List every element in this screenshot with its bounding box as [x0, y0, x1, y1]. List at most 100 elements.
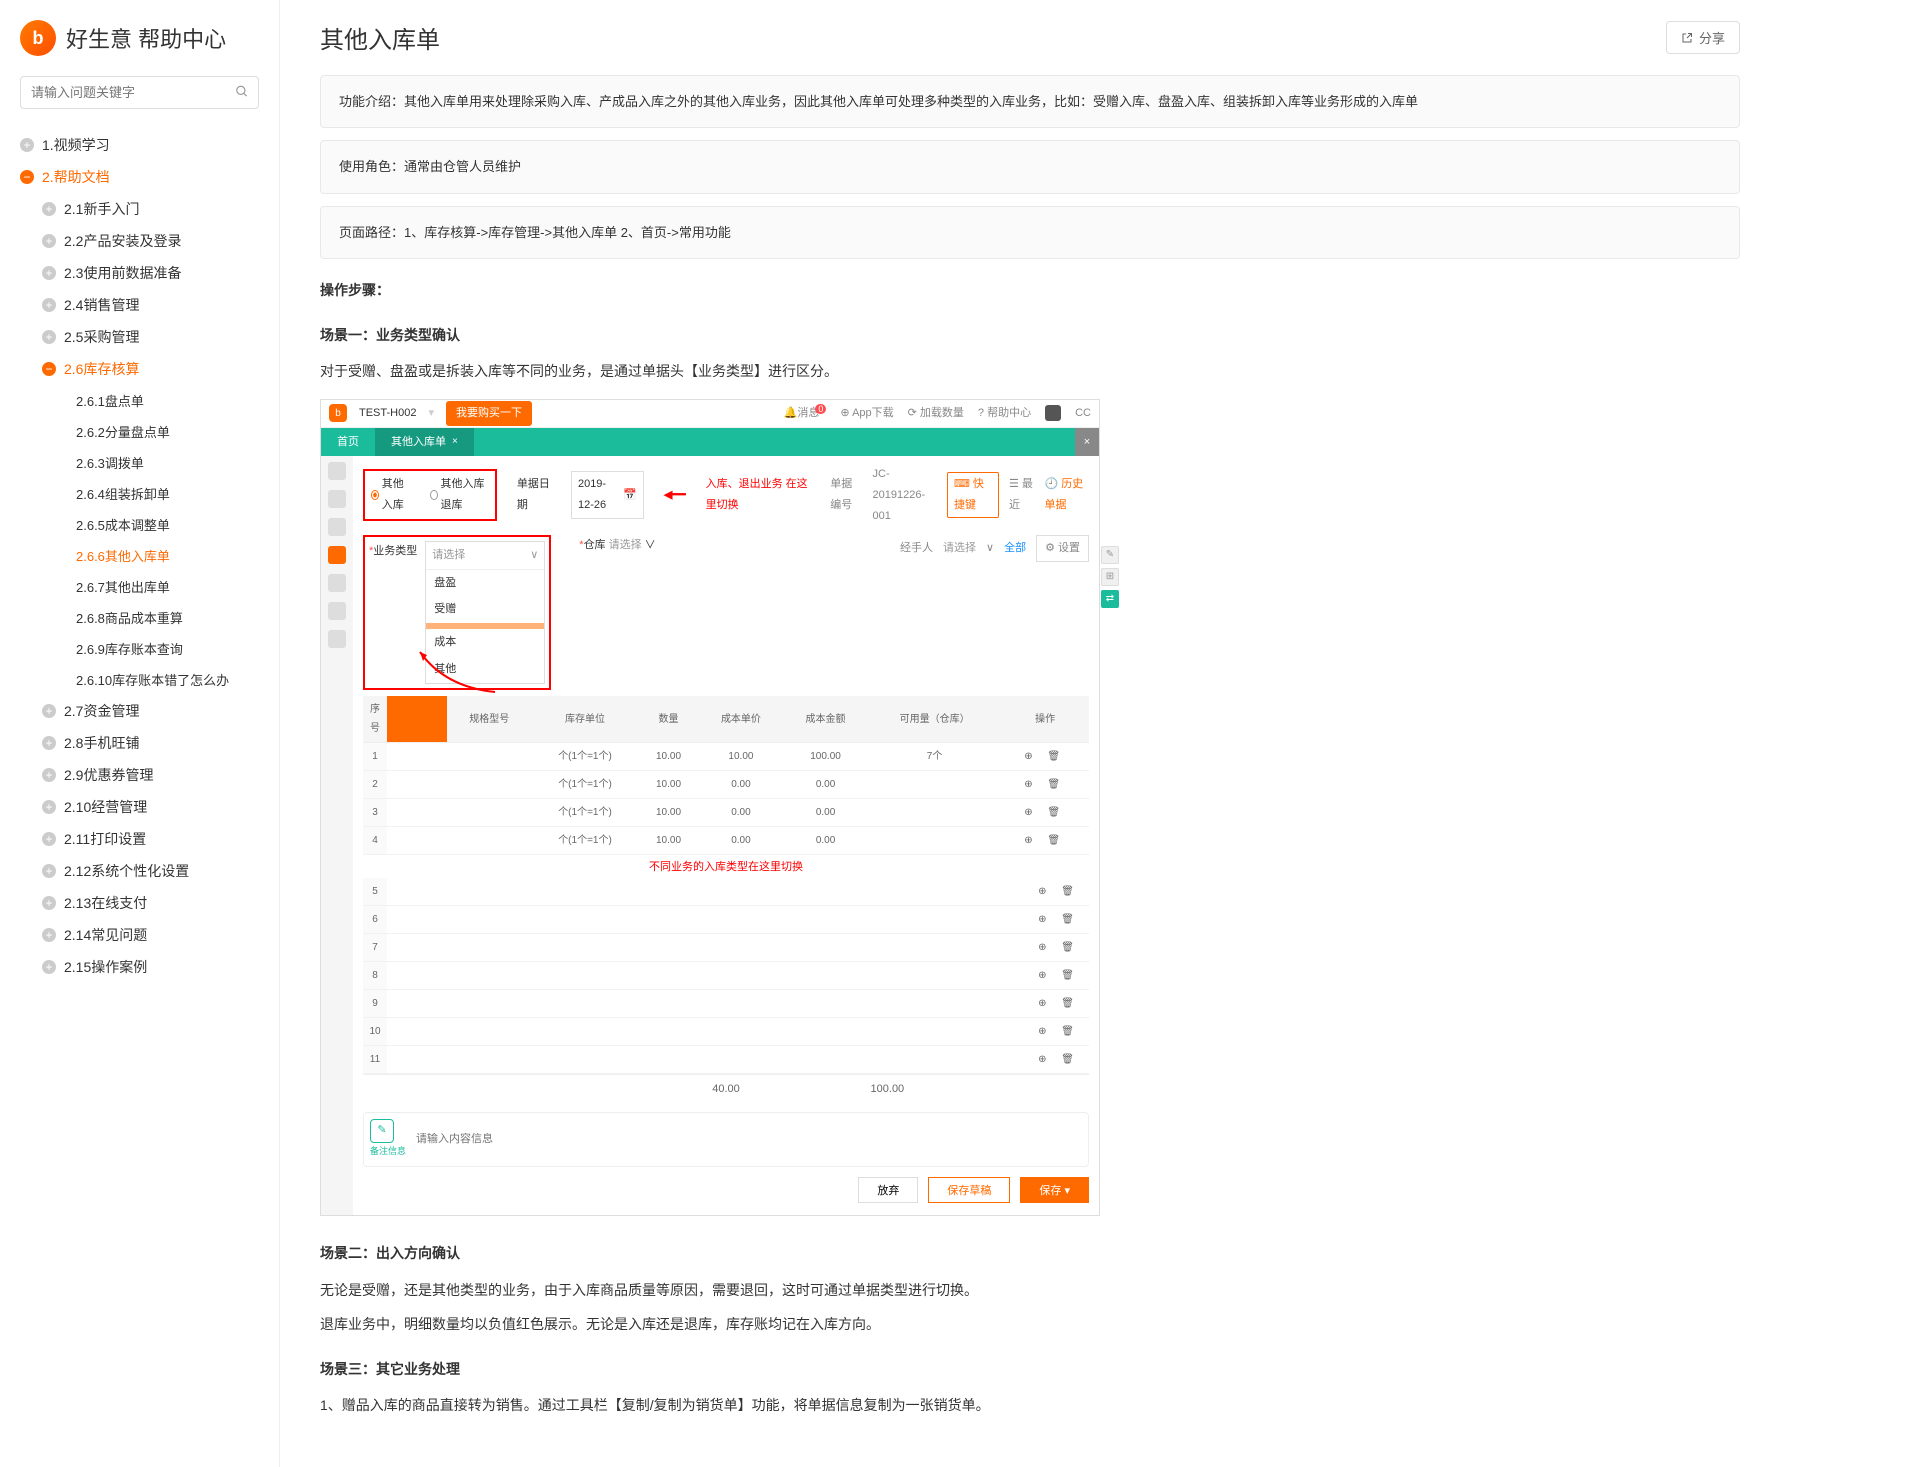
- plus-icon: [42, 960, 56, 974]
- share-icon: [1681, 32, 1693, 44]
- intro-box: 功能介绍：其他入库单用来处理除采购入库、产成品入库之外的其他入库业务，因此其他入…: [320, 75, 1740, 128]
- nav-item[interactable]: 2.8手机旺铺: [20, 727, 259, 759]
- annotation-text-2: 不同业务的入库类型在这里切换: [363, 857, 1089, 878]
- annotation-box-1: 其他入库 其他入库退库: [363, 469, 497, 521]
- nav-item[interactable]: 2.2产品安装及登录: [20, 225, 259, 257]
- plus-icon: [42, 832, 56, 846]
- steps-heading: 操作步骤：: [320, 277, 1740, 304]
- nav-item[interactable]: 2.6.7其他出库单: [20, 571, 259, 602]
- plus-icon: [42, 864, 56, 878]
- plus-icon: [42, 768, 56, 782]
- screenshot-mock: b TEST-H002 ▾ 我要购买一下 🔔消息0 ⊕ App下载 ⟳ 加载数量…: [320, 399, 1100, 1216]
- remark-input: [416, 1133, 1082, 1145]
- search-box: [20, 76, 259, 109]
- radio-return: 其他入库退库: [430, 474, 489, 516]
- mock-footer: 放弃 保存草稿 保存: [363, 1167, 1089, 1205]
- remark-icon: ✎: [370, 1119, 394, 1143]
- search-input[interactable]: [20, 76, 259, 109]
- nav-item[interactable]: 2.6.5成本调整单: [20, 509, 259, 540]
- nav-item[interactable]: 2.11打印设置: [20, 823, 259, 855]
- nav-item[interactable]: 2.13在线支付: [20, 887, 259, 919]
- role-box: 使用角色：通常由仓管人员维护: [320, 140, 1740, 193]
- mock-account: TEST-H002: [359, 403, 416, 424]
- type-dropdown: 请选择∨ 盘盈 受赠 成本 其他: [425, 541, 545, 684]
- mock-tabs: 首页 其他入库单× ×: [321, 428, 1099, 456]
- nav-item[interactable]: 2.6.1盘点单: [20, 385, 259, 416]
- plus-icon: [42, 800, 56, 814]
- plus-icon: [42, 234, 56, 248]
- nav-item[interactable]: 2.14常见问题: [20, 919, 259, 951]
- table-row: 8⊕ 🗑: [363, 961, 1089, 989]
- plus-icon: [42, 928, 56, 942]
- path-box: 页面路径：1、库存核算->库存管理->其他入库单 2、首页->常用功能: [320, 206, 1740, 259]
- nav-item[interactable]: 2.5采购管理: [20, 321, 259, 353]
- scene1-heading: 场景一：业务类型确认: [320, 322, 1740, 349]
- cancel-button: 放弃: [858, 1177, 918, 1203]
- arrow-icon: ◀━━: [664, 485, 686, 506]
- brand: b 好生意 帮助中心: [20, 20, 259, 56]
- draft-button: 保存草稿: [928, 1177, 1010, 1203]
- table-row: 4个(1个=1个)10.000.000.00⊕ 🗑: [363, 827, 1089, 855]
- nav-item[interactable]: 2.15操作案例: [20, 951, 259, 983]
- radio-in: 其他入库: [371, 474, 414, 516]
- page-title: 其他入库单: [320, 20, 440, 55]
- plus-icon: [42, 896, 56, 910]
- table-row: 1个(1个=1个)10.0010.00100.007个⊕ 🗑: [363, 743, 1089, 771]
- nav-item[interactable]: 2.1新手入门: [20, 193, 259, 225]
- nav-item[interactable]: 2.6.10库存账本错了怎么办: [20, 664, 259, 695]
- annotation-text-1: 入库、退出业务 在这里切换: [706, 474, 811, 516]
- table-row: 3个(1个=1个)10.000.000.00⊕ 🗑: [363, 799, 1089, 827]
- nav-item[interactable]: 2.9优惠券管理: [20, 759, 259, 791]
- table-row: 7⊕ 🗑: [363, 933, 1089, 961]
- nav-item[interactable]: 2.6.4组装拆卸单: [20, 478, 259, 509]
- nav-item[interactable]: 2.6.9库存账本查询: [20, 633, 259, 664]
- nav-item[interactable]: 2.7资金管理: [20, 695, 259, 727]
- nav-tree: 1.视频学习2.帮助文档2.1新手入门2.2产品安装及登录2.3使用前数据准备2…: [20, 129, 259, 983]
- share-button[interactable]: 分享: [1666, 21, 1740, 54]
- mock-tab-home: 首页: [321, 428, 375, 456]
- brand-text: 好生意 帮助中心: [66, 22, 226, 54]
- mock-tab-active: 其他入库单×: [375, 428, 474, 456]
- scene2-heading: 场景二：出入方向确认: [320, 1240, 1740, 1267]
- nav-item[interactable]: 2.12系统个性化设置: [20, 855, 259, 887]
- scene1-desc: 对于受赠、盘盈或是拆装入库等不同的业务，是通过单据头【业务类型】进行区分。: [320, 358, 1740, 385]
- nav-item[interactable]: 2.6.3调拨单: [20, 447, 259, 478]
- plus-icon: [42, 202, 56, 216]
- scene3-heading: 场景三：其它业务处理: [320, 1356, 1740, 1383]
- close-icon: ×: [1075, 428, 1099, 456]
- table-row: 5⊕ 🗑: [363, 878, 1089, 906]
- nav-item[interactable]: 2.6库存核算: [20, 353, 259, 385]
- search-icon[interactable]: [235, 84, 249, 101]
- save-button: 保存: [1020, 1177, 1089, 1203]
- date-input: 2019-12-26📅: [571, 471, 644, 519]
- nav-item[interactable]: 1.视频学习: [20, 129, 259, 161]
- plus-icon: [42, 266, 56, 280]
- table-row: 2个(1个=1个)10.000.000.00⊕ 🗑: [363, 771, 1089, 799]
- nav-item[interactable]: 2.帮助文档: [20, 161, 259, 193]
- main-content: 其他入库单 分享 功能介绍：其他入库单用来处理除采购入库、产成品入库之外的其他入…: [280, 0, 1780, 1467]
- minus-icon: [20, 170, 34, 184]
- remark-row: ✎ 备注信息: [363, 1112, 1089, 1167]
- plus-icon: [42, 704, 56, 718]
- sidebar: b 好生意 帮助中心 1.视频学习2.帮助文档2.1新手入门2.2产品安装及登录…: [0, 0, 280, 1467]
- avatar-icon: [1045, 405, 1061, 421]
- plus-icon: [42, 330, 56, 344]
- table-row: 6⊕ 🗑: [363, 905, 1089, 933]
- mock-top-links: 🔔消息0 ⊕ App下载 ⟳ 加载数量 ? 帮助中心 CC: [784, 403, 1091, 424]
- table-row: 11⊕ 🗑: [363, 1045, 1089, 1073]
- mock-topbar: b TEST-H002 ▾ 我要购买一下 🔔消息0 ⊕ App下载 ⟳ 加载数量…: [321, 400, 1099, 428]
- nav-item[interactable]: 2.6.8商品成本重算: [20, 602, 259, 633]
- plus-icon: [20, 138, 34, 152]
- nav-item[interactable]: 2.10经营管理: [20, 791, 259, 823]
- plus-icon: [42, 736, 56, 750]
- nav-item[interactable]: 2.6.6其他入库单: [20, 540, 259, 571]
- nav-item[interactable]: 2.4销售管理: [20, 289, 259, 321]
- float-tools: ✎⊞⇄: [1101, 546, 1119, 608]
- mock-table: 序号 规格型号 库存单位 数量 成本单价 成本金额 可用量（仓库） 操作 1个(…: [363, 696, 1089, 855]
- nav-item[interactable]: 2.3使用前数据准备: [20, 257, 259, 289]
- mock-totals: 40.00 100.00: [363, 1074, 1089, 1104]
- table-row: 10⊕ 🗑: [363, 1017, 1089, 1045]
- mock-sidebar: [321, 456, 353, 1215]
- nav-item[interactable]: 2.6.2分量盘点单: [20, 416, 259, 447]
- mock-logo-icon: b: [329, 404, 347, 422]
